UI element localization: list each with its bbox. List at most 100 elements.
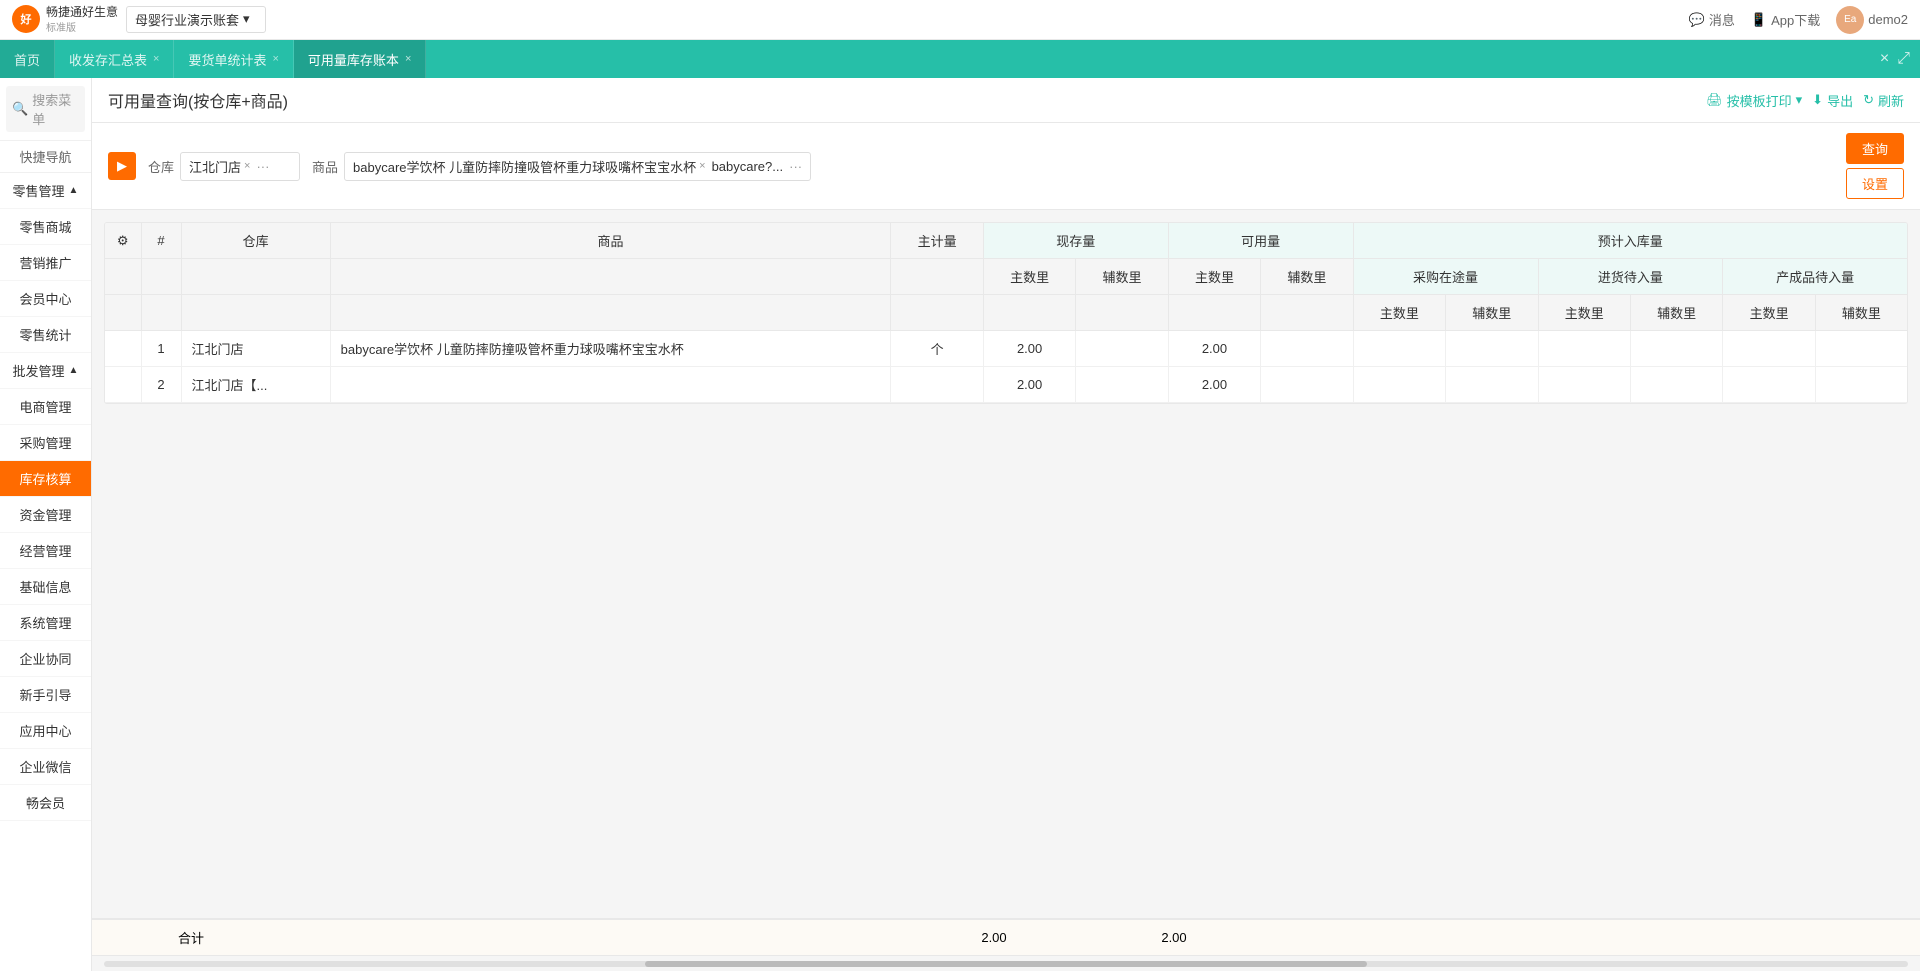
query-button[interactable]: 查询	[1846, 133, 1904, 164]
close-icon[interactable]: ×	[405, 53, 411, 65]
col-stock-group: 现存量	[983, 223, 1168, 259]
sidebar-item-purchase-mgmt[interactable]: 采购管理	[0, 425, 91, 461]
refresh-label: 刷新	[1878, 91, 1904, 110]
col-incoming-aux: 辅数里	[1630, 295, 1722, 331]
table-area: ⚙ # 仓库 商品 主计量 现存量 可用量 预计入库量	[92, 210, 1920, 918]
print-icon: 🖨	[1706, 92, 1723, 108]
col-incoming-group: 进货待入量	[1538, 259, 1723, 295]
sidebar-item-system-mgmt[interactable]: 系统管理	[0, 605, 91, 641]
cell-unit: 个	[891, 331, 983, 367]
cell-incoming-main	[1538, 367, 1630, 403]
sidebar-item-retail-stats[interactable]: 零售统计	[0, 317, 91, 353]
footer-total-available: 2.00	[1124, 930, 1224, 945]
table-row: 1 江北门店 babycare学饮杯 儿童防摔防撞吸管杯重力球吸嘴杯宝宝水杯 个…	[105, 331, 1907, 367]
col-production-group: 产成品待入量	[1723, 259, 1907, 295]
tab-label: 要货单统计表	[188, 50, 266, 69]
chevron-icon: ▲	[69, 185, 79, 196]
user-area[interactable]: Ea demo2	[1836, 6, 1908, 34]
sidebar-item-finance-mgmt[interactable]: 资金管理	[0, 497, 91, 533]
sidebar-search[interactable]: 🔍 搜索菜单	[0, 78, 91, 141]
sidebar-item-enterprise-collab[interactable]: 企业协同	[0, 641, 91, 677]
export-label: 导出	[1827, 91, 1853, 110]
cell-available-aux	[1261, 367, 1353, 403]
cell-stock-aux	[1076, 331, 1168, 367]
sidebar-item-enterprise-wechat[interactable]: 企业微信	[0, 749, 91, 785]
sidebar-item-ecommerce-mgmt[interactable]: 电商管理	[0, 389, 91, 425]
col-purchase-aux: 辅数里	[1446, 295, 1538, 331]
phone-icon: 📱	[1751, 12, 1767, 28]
remove-product1-button[interactable]: ×	[699, 160, 705, 172]
col-purchase-group: 采购在途量	[1353, 259, 1538, 295]
sidebar-item-operations-mgmt[interactable]: 经营管理	[0, 533, 91, 569]
tab-available-inventory[interactable]: 可用量库存账本 ×	[294, 40, 426, 78]
filter-toggle-button[interactable]: ▶	[108, 152, 136, 180]
cell-purchase-aux	[1446, 367, 1538, 403]
cell-stock-main: 2.00	[983, 367, 1075, 403]
chevron-down-icon: ▾	[1796, 92, 1803, 108]
page-title: 可用量查询(按仓库+商品)	[108, 88, 288, 112]
sidebar-item-wholesale-mgmt[interactable]: 批发管理 ▲	[0, 353, 91, 389]
sidebar-item-inventory[interactable]: 库存核算	[0, 461, 91, 497]
product-input[interactable]: babycare学饮杯 儿童防摔防撞吸管杯重力球吸嘴杯宝宝水杯 × babyca…	[344, 152, 811, 181]
search-input-area[interactable]: 🔍 搜索菜单	[6, 86, 85, 132]
col-warehouse: 仓库	[181, 223, 330, 259]
close-icon[interactable]: ×	[272, 53, 278, 65]
user-name: demo2	[1868, 12, 1908, 27]
cell-incoming-aux	[1630, 367, 1722, 403]
sidebar-item-member-center[interactable]: 会员中心	[0, 281, 91, 317]
remove-warehouse-button[interactable]: ×	[244, 160, 250, 172]
scroll-thumb[interactable]	[645, 961, 1367, 967]
app-download-button[interactable]: 📱 App下载	[1751, 10, 1820, 29]
cell-production-aux	[1815, 331, 1907, 367]
sidebar-item-basic-info[interactable]: 基础信息	[0, 569, 91, 605]
message-button[interactable]: 💬 消息	[1689, 10, 1735, 29]
page-actions: 🖨 按模板打印 ▾ ⬇ 导出 ↻ 刷新	[1706, 91, 1904, 110]
more-options: ···	[256, 159, 269, 174]
cell-warehouse: 江北门店	[181, 331, 330, 367]
tab-order-stats[interactable]: 要货单统计表 ×	[174, 40, 293, 78]
export-button[interactable]: ⬇ 导出	[1812, 91, 1853, 110]
sidebar-item-retail-mall[interactable]: 零售商城	[0, 209, 91, 245]
print-template-button[interactable]: 🖨 按模板打印 ▾	[1706, 91, 1802, 110]
col-purchase-main: 主数里	[1353, 295, 1445, 331]
col-production-main: 主数里	[1723, 295, 1815, 331]
sidebar-item-quick-nav[interactable]: 快捷导航	[0, 141, 91, 173]
sidebar-item-marketing[interactable]: 营销推广	[0, 245, 91, 281]
tab-home[interactable]: 首页	[0, 40, 55, 78]
col-unit-sub2	[891, 295, 983, 331]
tab-label: 收发存汇总表	[69, 50, 147, 69]
expand-icon[interactable]: ⤢	[1897, 50, 1910, 68]
sidebar-item-new-guide[interactable]: 新手引导	[0, 677, 91, 713]
filter-bar: ▶ 仓库 江北门店 × ··· 商品 babycare学饮杯 儿童防摔防撞吸管杯…	[92, 123, 1920, 210]
footer-total-label: 合计	[178, 928, 258, 947]
logo-area: 好 畅捷通好生意 标准版	[12, 5, 118, 34]
warehouse-input[interactable]: 江北门店 × ···	[180, 152, 300, 181]
col-available-group: 可用量	[1168, 223, 1353, 259]
refresh-icon: ↻	[1863, 92, 1874, 108]
cell-production-main	[1723, 331, 1815, 367]
sidebar-item-member-program[interactable]: 畅会员	[0, 785, 91, 821]
cell-no: 1	[141, 331, 181, 367]
col-settings: ⚙	[105, 223, 141, 259]
top-bar-left: 好 畅捷通好生意 标准版 母婴行业演示账套 ▾	[12, 5, 266, 34]
industry-select[interactable]: 母婴行业演示账套 ▾	[126, 6, 266, 33]
refresh-button[interactable]: ↻ 刷新	[1863, 91, 1904, 110]
logo-icon: 好	[12, 5, 40, 33]
message-label: 消息	[1709, 10, 1735, 29]
settings-button[interactable]: 设置	[1846, 168, 1904, 199]
export-icon: ⬇	[1812, 92, 1823, 108]
sidebar-item-app-center[interactable]: 应用中心	[0, 713, 91, 749]
horizontal-scrollbar[interactable]	[104, 961, 1908, 967]
col-no: #	[141, 223, 181, 259]
cell-production-main	[1723, 367, 1815, 403]
close-icon[interactable]: ×	[153, 53, 159, 65]
sidebar-item-retail-mgmt[interactable]: 零售管理 ▲	[0, 173, 91, 209]
cell-available-main: 2.00	[1168, 367, 1260, 403]
col-available-aux: 辅数里	[1261, 259, 1353, 295]
cell-available-aux	[1261, 331, 1353, 367]
close-all-tabs-button[interactable]: ×	[1880, 50, 1889, 68]
tab-collect-summary[interactable]: 收发存汇总表 ×	[55, 40, 174, 78]
page-header: 可用量查询(按仓库+商品) 🖨 按模板打印 ▾ ⬇ 导出 ↻ 刷新	[92, 78, 1920, 123]
data-table: ⚙ # 仓库 商品 主计量 现存量 可用量 预计入库量	[105, 223, 1907, 403]
cell-purchase-main	[1353, 331, 1445, 367]
